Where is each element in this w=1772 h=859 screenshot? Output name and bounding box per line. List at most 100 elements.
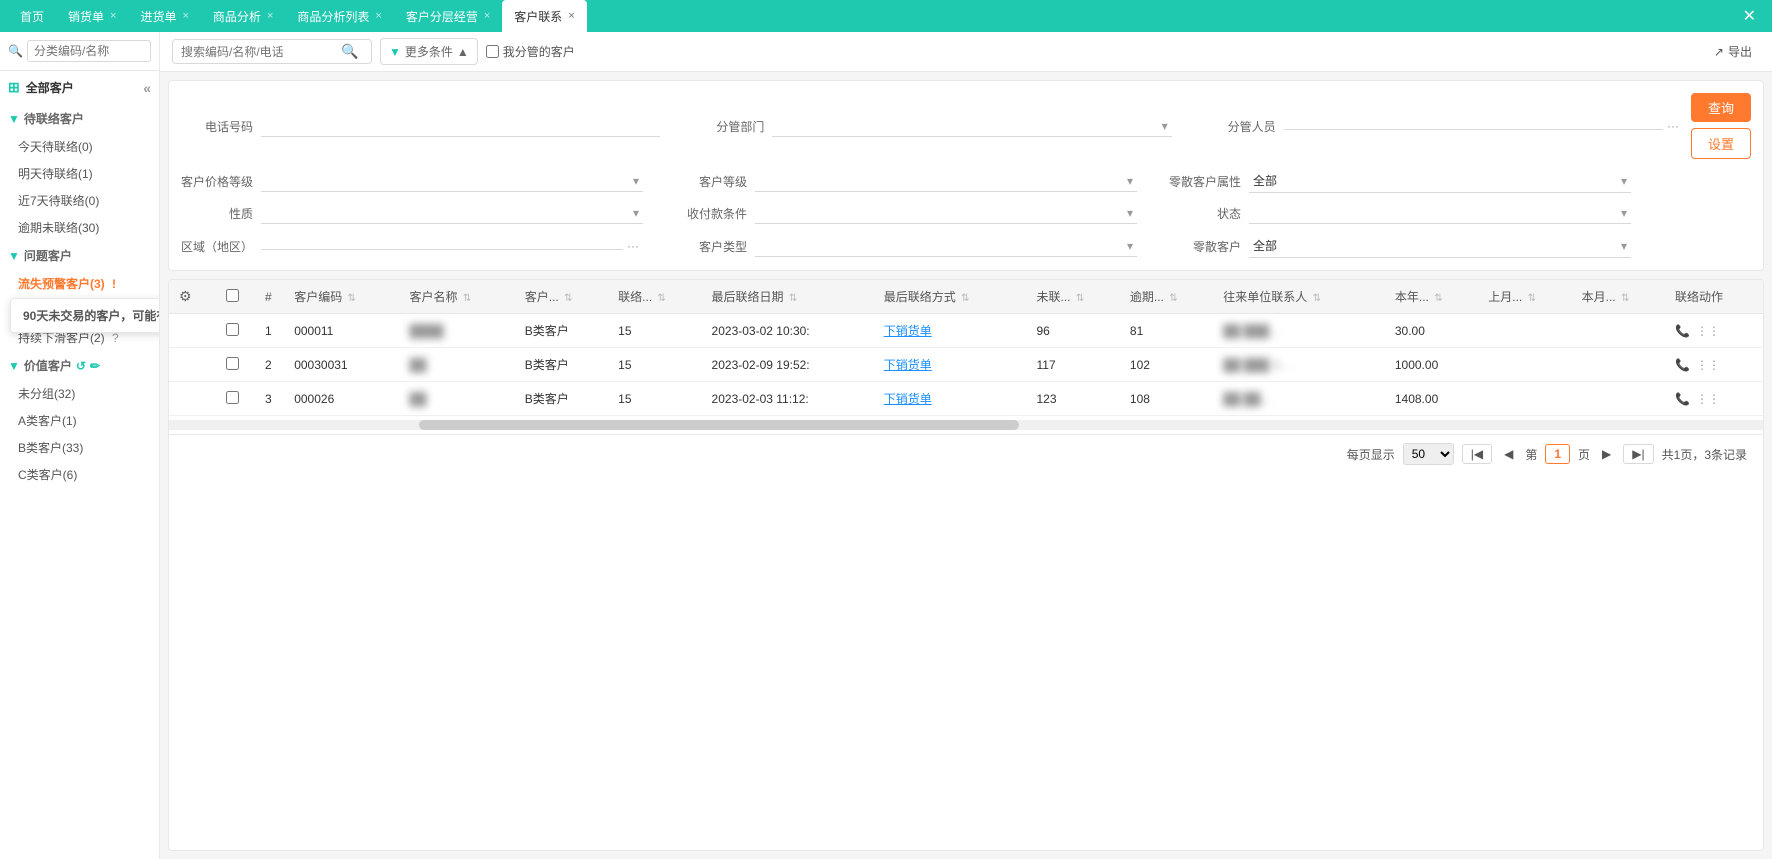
- row-action-1[interactable]: 📞 ⋮⋮: [1669, 348, 1763, 382]
- export-button[interactable]: ↗ 导出: [1706, 39, 1760, 64]
- my-customers-checkbox-label[interactable]: 我分管的客户: [486, 43, 575, 60]
- payment-select[interactable]: ▾: [755, 203, 1137, 224]
- nav-purchase-order-close[interactable]: ×: [182, 10, 188, 22]
- lastdate-column-header[interactable]: 最后联络日期 ⇅: [706, 280, 878, 314]
- phone-action-icon[interactable]: 📞: [1675, 392, 1690, 406]
- nav-customer-tiering-close[interactable]: ×: [484, 10, 490, 22]
- nav-customer-tiering[interactable]: 客户分层经营 ×: [394, 0, 502, 32]
- nature-select[interactable]: ▾: [261, 203, 643, 224]
- more-action-icon[interactable]: ⋮⋮: [1696, 358, 1720, 372]
- checkbox-column-header[interactable]: [220, 280, 259, 314]
- price-level-select[interactable]: ▾: [261, 171, 643, 192]
- notcontacted-column-header[interactable]: 未联... ⇅: [1031, 280, 1124, 314]
- nav-product-analysis-close[interactable]: ×: [267, 10, 273, 22]
- first-page-btn[interactable]: |◀: [1462, 444, 1492, 464]
- thismonth-column-header[interactable]: 本月... ⇅: [1576, 280, 1669, 314]
- sidebar-item-c-class[interactable]: C类客户(6): [0, 461, 159, 488]
- select-all-checkbox[interactable]: [226, 289, 239, 302]
- search-input[interactable]: [181, 45, 341, 59]
- row-overdue-2: 108: [1124, 382, 1217, 416]
- query-button[interactable]: 查询: [1691, 93, 1751, 122]
- row-checkbox-2[interactable]: [220, 382, 259, 416]
- settings-button[interactable]: 设置: [1691, 128, 1751, 159]
- edit-icon[interactable]: ✏: [90, 359, 100, 373]
- query-buttons: 查询 设置: [1691, 93, 1751, 159]
- window-close-button[interactable]: ✕: [1735, 6, 1764, 26]
- sidebar-section-problem[interactable]: ▼ 问题客户: [0, 241, 159, 270]
- phone-action-icon[interactable]: 📞: [1675, 358, 1690, 372]
- region-select[interactable]: [261, 243, 623, 250]
- scrollbar-thumb[interactable]: [419, 420, 1019, 430]
- name-column-header[interactable]: 客户名称 ⇅: [403, 280, 518, 314]
- sidebar-all-customers[interactable]: ⊞ 全部客户 «: [0, 71, 159, 104]
- refresh-icon[interactable]: ↺: [76, 359, 86, 373]
- row-settings-2: [169, 382, 220, 416]
- row-action-0[interactable]: 📞 ⋮⋮: [1669, 314, 1763, 348]
- nav-sales-order[interactable]: 销货单 ×: [56, 0, 128, 32]
- region-dots[interactable]: ···: [623, 239, 643, 253]
- row-lastmethod-0[interactable]: 下销货单: [878, 314, 1031, 348]
- more-action-icon[interactable]: ⋮⋮: [1696, 324, 1720, 338]
- department-select[interactable]: ▾: [772, 116, 1171, 137]
- retail-customer-select[interactable]: 全部 ▾: [1249, 234, 1631, 258]
- row-checkbox-0[interactable]: [220, 314, 259, 348]
- next-page-btn[interactable]: ▶: [1598, 445, 1615, 463]
- row-lastmethod-1[interactable]: 下销货单: [878, 348, 1031, 382]
- nav-product-analysis-list-close[interactable]: ×: [375, 10, 381, 22]
- customer-level-arrow: ▾: [1127, 174, 1133, 188]
- sidebar-section-pending[interactable]: ▼ 待联络客户: [0, 104, 159, 133]
- nav-customer-contact[interactable]: 客户联系 ×: [502, 0, 586, 32]
- filter-icon: ▼: [389, 45, 401, 59]
- sidebar-item-today[interactable]: 今天待联络(0): [0, 133, 159, 160]
- row-contact-1: 15: [612, 348, 705, 382]
- settings-column-header[interactable]: ⚙: [169, 280, 220, 314]
- filter-retail-customer: 零散客户 全部 ▾: [1169, 234, 1631, 258]
- overdue-column-header[interactable]: 逾期... ⇅: [1124, 280, 1217, 314]
- customer-level-select[interactable]: ▾: [755, 171, 1137, 192]
- row-checkbox-1[interactable]: [220, 348, 259, 382]
- customer-type-select[interactable]: ▾: [755, 236, 1137, 257]
- sidebar-item-a-class[interactable]: A类客户(1): [0, 407, 159, 434]
- prev-page-btn[interactable]: ◀: [1500, 445, 1517, 463]
- phone-action-icon[interactable]: 📞: [1675, 324, 1690, 338]
- more-action-icon[interactable]: ⋮⋮: [1696, 392, 1720, 406]
- per-page-select[interactable]: 50 100: [1403, 443, 1454, 465]
- sidebar-section-value[interactable]: ▼ 价值客户 ↺ ✏: [0, 351, 159, 380]
- type-column-header[interactable]: 客户... ⇅: [519, 280, 612, 314]
- nav-product-analysis-list[interactable]: 商品分析列表 ×: [285, 0, 393, 32]
- nav-customer-contact-close[interactable]: ×: [568, 10, 574, 22]
- search-icon[interactable]: 🔍: [341, 43, 358, 60]
- contact-column-header[interactable]: 联络... ⇅: [612, 280, 705, 314]
- lastmonth-column-header[interactable]: 上月... ⇅: [1482, 280, 1575, 314]
- sidebar-item-b-class[interactable]: B类客户(33): [0, 434, 159, 461]
- my-customers-checkbox[interactable]: [486, 45, 499, 58]
- sidebar-item-churn-warning[interactable]: 流失预警客户(3) ! 90天未交易的客户，可能有流失风险。: [0, 270, 159, 297]
- horizontal-scrollbar[interactable]: [169, 420, 1763, 430]
- manager-dots[interactable]: ···: [1663, 119, 1683, 133]
- nav-product-analysis[interactable]: 商品分析 ×: [201, 0, 285, 32]
- unitcontact-column-header[interactable]: 往来单位联系人 ⇅: [1217, 280, 1389, 314]
- retail-attr-select[interactable]: 全部 ▾: [1249, 169, 1631, 193]
- sidebar-item-ungrouped[interactable]: 未分组(32): [0, 380, 159, 407]
- nav-sales-order-close[interactable]: ×: [110, 10, 116, 22]
- last-page-btn[interactable]: ▶|: [1623, 444, 1653, 464]
- sidebar-search-input[interactable]: [27, 40, 151, 62]
- status-select[interactable]: ▾: [1249, 203, 1631, 224]
- nav-purchase-order[interactable]: 进货单 ×: [128, 0, 200, 32]
- row-action-2[interactable]: 📞 ⋮⋮: [1669, 382, 1763, 416]
- gear-icon[interactable]: ⚙: [175, 284, 196, 308]
- more-conditions-button[interactable]: ▼ 更多条件 ▲: [380, 38, 478, 65]
- sidebar-item-overdue[interactable]: 逾期未联络(30): [0, 214, 159, 241]
- code-column-header[interactable]: 客户编码 ⇅: [288, 280, 403, 314]
- filter-region: 区域（地区） ···: [181, 238, 643, 255]
- row-lastmethod-2[interactable]: 下销货单: [878, 382, 1031, 416]
- thisyear-column-header[interactable]: 本年... ⇅: [1389, 280, 1482, 314]
- phone-input[interactable]: [261, 116, 660, 137]
- main-layout: 🔍 ⊞ 全部客户 « ▼ 待联络客户 今天待联络(0) 明天待联络(1) 近7天…: [0, 32, 1772, 859]
- nav-home[interactable]: 首页: [8, 0, 56, 32]
- sidebar-item-7days[interactable]: 近7天待联络(0): [0, 187, 159, 214]
- sidebar-item-tomorrow[interactable]: 明天待联络(1): [0, 160, 159, 187]
- top-nav: 首页 销货单 × 进货单 × 商品分析 × 商品分析列表 × 客户分层经营 × …: [0, 0, 1772, 32]
- lastmethod-column-header[interactable]: 最后联络方式 ⇅: [878, 280, 1031, 314]
- manager-select[interactable]: [1284, 123, 1663, 130]
